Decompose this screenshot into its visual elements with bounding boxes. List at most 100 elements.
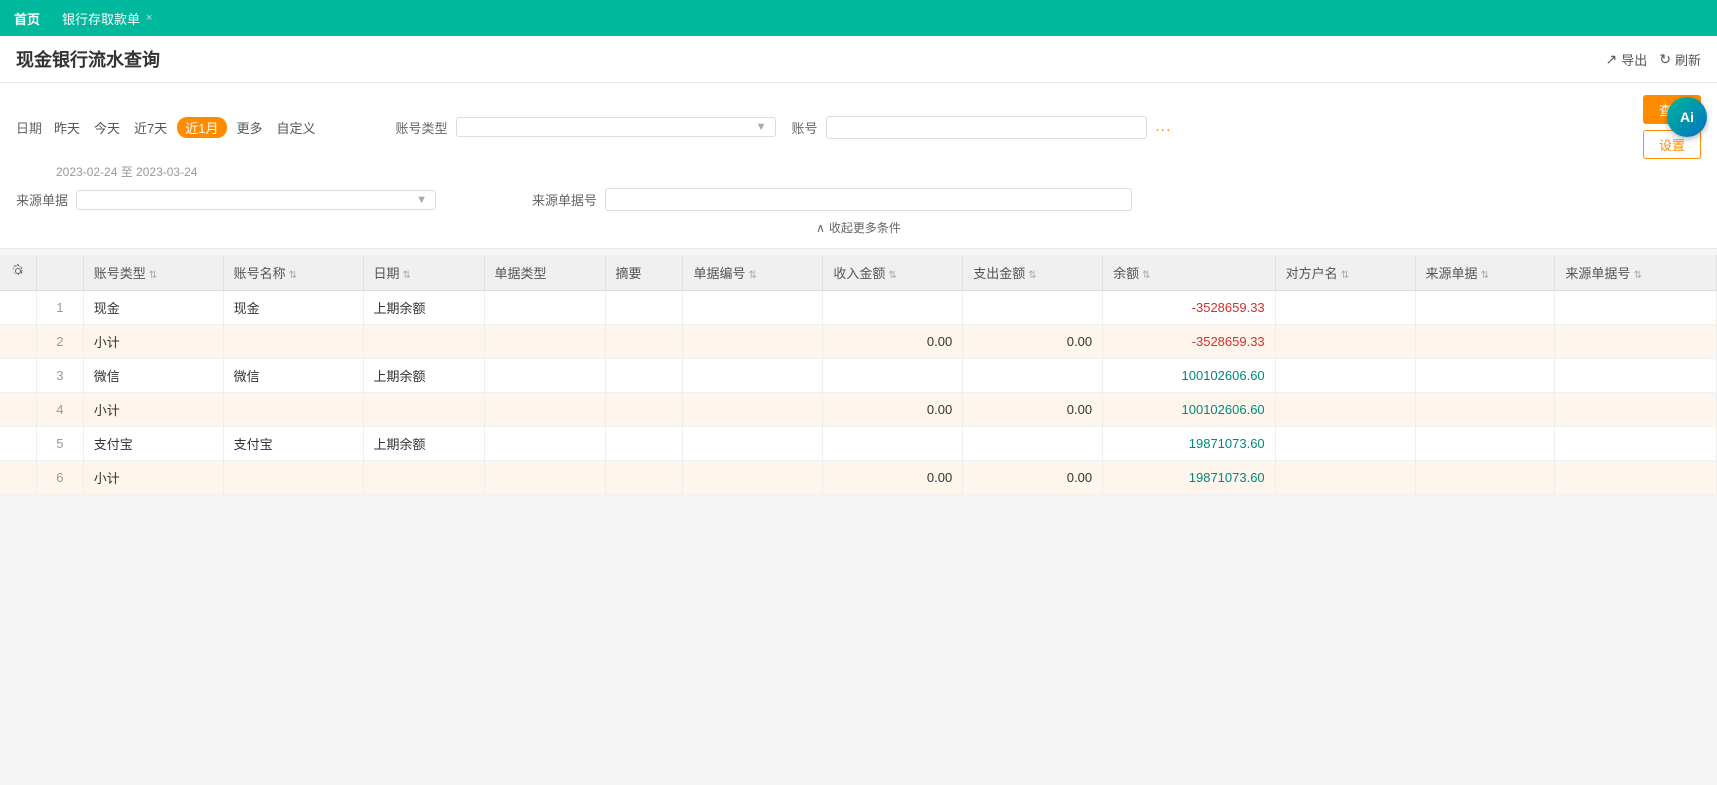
refresh-button[interactable]: ↻ 刷新 [1659,50,1701,69]
source-doc-select[interactable]: ▼ [76,190,436,210]
export-button[interactable]: ↗ 导出 [1606,50,1648,69]
page-title: 现金银行流水查询 [16,46,160,72]
row-doc-type [484,325,605,359]
th-doc-type[interactable]: 单据类型 [484,255,605,291]
account-dots-button[interactable]: ... [1155,118,1171,136]
shortcut-custom[interactable]: 自定义 [273,117,320,138]
th-source-doc[interactable]: 来源单据⇅ [1415,255,1555,291]
row-doc-no [683,461,823,495]
row-account-name: 支付宝 [223,427,363,461]
row-gear [0,325,37,359]
th-index [37,255,84,291]
row-source-doc [1415,461,1555,495]
row-counterpart [1275,461,1415,495]
data-table: 账号类型⇅ 账号名称⇅ 日期⇅ 单据类型 摘要 单据编号⇅ 收入金额⇅ 支出金额… [0,255,1717,495]
row-account-type: 现金 [83,291,223,325]
row-expense [963,291,1103,325]
th-gear[interactable] [0,255,37,291]
row-source-doc [1415,291,1555,325]
row-summary [605,461,683,495]
gear-icon [10,263,26,279]
nav-tab-close-icon[interactable]: × [146,12,152,24]
table-row[interactable]: 2 小计 0.00 0.00 -3528659.33 [0,325,1717,359]
row-counterpart [1275,359,1415,393]
th-doc-no[interactable]: 单据编号⇅ [683,255,823,291]
row-doc-no [683,359,823,393]
row-date: 上期余额 [363,291,484,325]
row-source-doc-no [1555,291,1717,325]
row-expense [963,359,1103,393]
row-balance: -3528659.33 [1103,325,1276,359]
shortcut-more[interactable]: 更多 [233,117,267,138]
row-index: 6 [37,461,84,495]
row-doc-type [484,393,605,427]
th-account-type[interactable]: 账号类型⇅ [83,255,223,291]
row-summary [605,393,683,427]
row-expense [963,427,1103,461]
table-row[interactable]: 5 支付宝 支付宝 上期余额 19871073.60 [0,427,1717,461]
row-doc-no [683,325,823,359]
row-index: 5 [37,427,84,461]
nav-tab-银行存取款单[interactable]: 银行存取款单 × [52,0,188,36]
row-balance: 19871073.60 [1103,427,1276,461]
header-actions: ↗ 导出 ↻ 刷新 [1606,50,1702,69]
table-row[interactable]: 6 小计 0.00 0.00 19871073.60 [0,461,1717,495]
top-navigation: 首页 收款单×付款单×其他收入单×应收应付调整单×银行存取款单×预收冲应收单×收… [0,0,1717,36]
shortcut-7days[interactable]: 近7天 [130,117,171,138]
th-source-doc-no[interactable]: 来源单据号⇅ [1555,255,1717,291]
account-input[interactable] [826,116,1148,139]
row-income: 0.00 [823,325,963,359]
row-doc-no [683,291,823,325]
nav-tab-home[interactable]: 首页 [4,0,50,36]
th-summary[interactable]: 摘要 [605,255,683,291]
shortcut-1month[interactable]: 近1月 [177,117,226,138]
row-counterpart [1275,291,1415,325]
row-source-doc-no [1555,461,1717,495]
th-date[interactable]: 日期⇅ [363,255,484,291]
source-doc-no-label: 来源单据号 [532,190,597,209]
row-counterpart [1275,393,1415,427]
home-label: 首页 [14,9,40,28]
row-doc-type [484,461,605,495]
date-filter-section: 日期 昨天 今天 近7天 近1月 更多 自定义 [16,117,320,138]
collapse-label: 收起更多条件 [829,219,901,236]
row-doc-no [683,393,823,427]
row-source-doc [1415,359,1555,393]
th-expense[interactable]: 支出金额⇅ [963,255,1103,291]
source-doc-section: 来源单据 ▼ [16,190,516,210]
row-expense: 0.00 [963,325,1103,359]
chevron-down-icon-2: ▼ [416,194,427,206]
collapse-bar[interactable]: ∧ 收起更多条件 [16,215,1701,236]
account-type-section: 账号类型 ▼ [396,117,776,137]
table-row[interactable]: 4 小计 0.00 0.00 100102606.60 [0,393,1717,427]
date-range-text: 2023-02-24 至 2023-03-24 [56,165,197,179]
row-source-doc-no [1555,325,1717,359]
refresh-icon: ↻ [1659,51,1671,68]
nav-tab-label: 银行存取款单 [62,9,140,28]
source-doc-no-input[interactable] [605,188,1132,211]
row-income: 0.00 [823,393,963,427]
th-account-name[interactable]: 账号名称⇅ [223,255,363,291]
th-income[interactable]: 收入金额⇅ [823,255,963,291]
shortcut-yesterday[interactable]: 昨天 [50,117,84,138]
account-type-select[interactable]: ▼ [456,117,776,137]
th-balance[interactable]: 余额⇅ [1103,255,1276,291]
table-row[interactable]: 1 现金 现金 上期余额 -3528659.33 [0,291,1717,325]
row-income [823,359,963,393]
row-balance: 19871073.60 [1103,461,1276,495]
row-index: 2 [37,325,84,359]
ai-label: Ai [1680,109,1694,125]
row-account-type: 小计 [83,325,223,359]
table-row[interactable]: 3 微信 微信 上期余额 100102606.60 [0,359,1717,393]
source-doc-label: 来源单据 [16,190,68,209]
row-date [363,325,484,359]
collapse-up-icon: ∧ [816,221,825,235]
row-doc-type [484,359,605,393]
ai-assistant-button[interactable]: Ai [1667,97,1707,137]
date-shortcuts: 昨天 今天 近7天 近1月 更多 自定义 [50,117,320,138]
filter-area: 日期 昨天 今天 近7天 近1月 更多 自定义 账号类型 ▼ 账号 ... [0,83,1717,249]
row-summary [605,359,683,393]
th-counterpart[interactable]: 对方户名⇅ [1275,255,1415,291]
account-number-section: 账号 ... [792,116,1172,139]
shortcut-today[interactable]: 今天 [90,117,124,138]
